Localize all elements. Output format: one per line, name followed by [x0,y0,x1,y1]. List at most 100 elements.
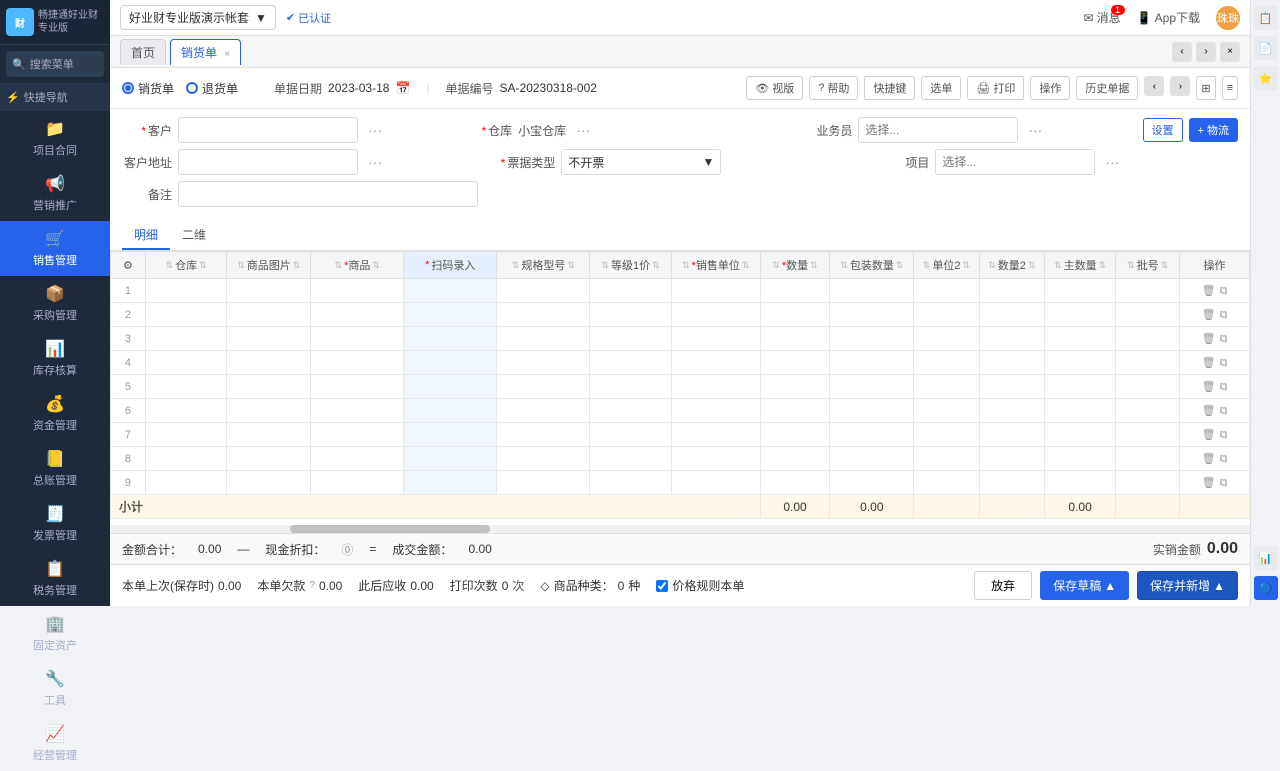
sidebar-item-invoice[interactable]: 🧾 发票管理 [0,496,110,551]
print-button[interactable]: 🖨 打印 [967,76,1024,100]
sidebar-item-ops[interactable]: 📈 经营管理 [0,716,110,771]
row6-qty2[interactable] [979,399,1044,423]
row4-unit[interactable] [671,351,760,375]
row7-main-qty[interactable] [1045,423,1116,447]
help-button[interactable]: ? 帮助 [809,76,858,100]
row6-spec[interactable] [497,399,590,423]
calendar-icon[interactable]: 📅 [395,81,410,95]
shortcut-button[interactable]: 快捷键 [864,76,915,100]
row6-copy-icon[interactable]: ⧉ [1220,405,1228,417]
sidebar-item-inventory[interactable]: 📊 库存核算 [0,331,110,386]
row7-qty2[interactable] [979,423,1044,447]
row9-qty[interactable] [760,471,830,495]
grid-view-button[interactable]: ⊞ [1196,76,1215,100]
row9-img[interactable] [227,471,311,495]
row4-import[interactable] [404,351,497,375]
sidebar-item-marketing[interactable]: 📢 营销推广 [0,166,110,221]
help-circle-icon[interactable]: ⓪ [341,541,353,558]
row5-batch[interactable] [1116,375,1180,399]
row9-unit[interactable] [671,471,760,495]
row3-qty[interactable] [760,327,830,351]
tab-2d[interactable]: 二维 [170,221,218,250]
right-panel-icon-3[interactable]: ⭐ [1254,66,1278,90]
row2-main-qty[interactable] [1045,303,1116,327]
row9-warehouse[interactable] [145,471,226,495]
row4-unit2[interactable] [914,351,979,375]
row6-import[interactable] [404,399,497,423]
row9-price1[interactable] [590,471,671,495]
row5-unit2[interactable] [914,375,979,399]
row9-spec[interactable] [497,471,590,495]
abandon-button[interactable]: 放弃 [974,571,1032,600]
row4-price1[interactable] [590,351,671,375]
row8-img[interactable] [227,447,311,471]
doc-date-value[interactable]: 2023-03-18 [328,81,389,95]
row5-warehouse[interactable] [145,375,226,399]
row3-img[interactable] [227,327,311,351]
row8-qty[interactable] [760,447,830,471]
row9-copy-icon[interactable]: ⧉ [1220,477,1228,489]
row4-product[interactable] [311,351,404,375]
operation-button[interactable]: 操作 [1030,76,1070,100]
row5-product[interactable] [311,375,404,399]
row1-pack-qty[interactable] [830,279,914,303]
row5-qty[interactable] [760,375,830,399]
row4-batch[interactable] [1116,351,1180,375]
row9-batch[interactable] [1116,471,1180,495]
row7-pack-qty[interactable] [830,423,914,447]
action-next-button[interactable]: › [1170,76,1190,96]
user-avatar[interactable]: 珠珠 [1216,6,1240,30]
row4-qty2[interactable] [979,351,1044,375]
sidebar-item-tax[interactable]: 📋 税务管理 [0,551,110,606]
row1-unit2[interactable] [914,279,979,303]
tab-next-button[interactable]: › [1196,42,1216,62]
row4-delete-icon[interactable]: 🗑 [1202,357,1216,369]
row1-qty2[interactable] [979,279,1044,303]
invoice-select[interactable]: 不开票 ▼ [561,149,721,175]
save-new-dropdown-icon[interactable]: ▲ [1213,579,1225,593]
row8-unit[interactable] [671,447,760,471]
row9-delete-icon[interactable]: 🗑 [1202,477,1216,489]
row8-price1[interactable] [590,447,671,471]
save-draft-dropdown-icon[interactable]: ▲ [1104,579,1116,593]
sidebar-item-capital[interactable]: 💰 资金管理 [0,386,110,441]
company-selector[interactable]: 好业财专业版演示帐套 ▼ [120,5,276,30]
row7-price1[interactable] [590,423,671,447]
price-rule-checkbox-label[interactable]: 价格规则本单 [656,577,744,594]
row1-qty[interactable] [760,279,830,303]
row4-img[interactable] [227,351,311,375]
address-lookup-icon[interactable]: ··· [364,154,386,170]
tab-detail[interactable]: 明细 [122,221,170,250]
sidebar-item-fixed-assets[interactable]: 🏢 固定资产 [0,606,110,661]
project-lookup-icon[interactable]: ··· [1101,154,1123,170]
row2-warehouse[interactable] [145,303,226,327]
scroll-thumb[interactable] [290,525,490,533]
row3-unit[interactable] [671,327,760,351]
row8-product[interactable] [311,447,404,471]
customer-lookup-icon[interactable]: ··· [364,122,386,138]
row8-import[interactable] [404,447,497,471]
row3-main-qty[interactable] [1045,327,1116,351]
row2-unit[interactable] [671,303,760,327]
row8-unit2[interactable] [914,447,979,471]
row6-price1[interactable] [590,399,671,423]
row3-unit2[interactable] [914,327,979,351]
radio-sales-order[interactable]: 销货单 [122,80,174,97]
row4-pack-qty[interactable] [830,351,914,375]
row7-unit[interactable] [671,423,760,447]
row1-batch[interactable] [1116,279,1180,303]
tab-sales-order[interactable]: 销货单 × [170,39,241,65]
row1-product[interactable] [311,279,404,303]
settings-button[interactable]: 设置 [1143,118,1183,142]
help-debt-icon[interactable]: ? [309,580,315,591]
row2-batch[interactable] [1116,303,1180,327]
tab-home[interactable]: 首页 [120,39,166,65]
row9-pack-qty[interactable] [830,471,914,495]
row2-delete-icon[interactable]: 🗑 [1202,309,1216,321]
right-panel-icon-5[interactable]: 🔵 [1254,576,1278,600]
sidebar-quick-nav[interactable]: ⚡ 快捷导航 [0,83,110,111]
row6-batch[interactable] [1116,399,1180,423]
row7-delete-icon[interactable]: 🗑 [1202,429,1216,441]
tab-prev-button[interactable]: ‹ [1172,42,1192,62]
row5-spec[interactable] [497,375,590,399]
